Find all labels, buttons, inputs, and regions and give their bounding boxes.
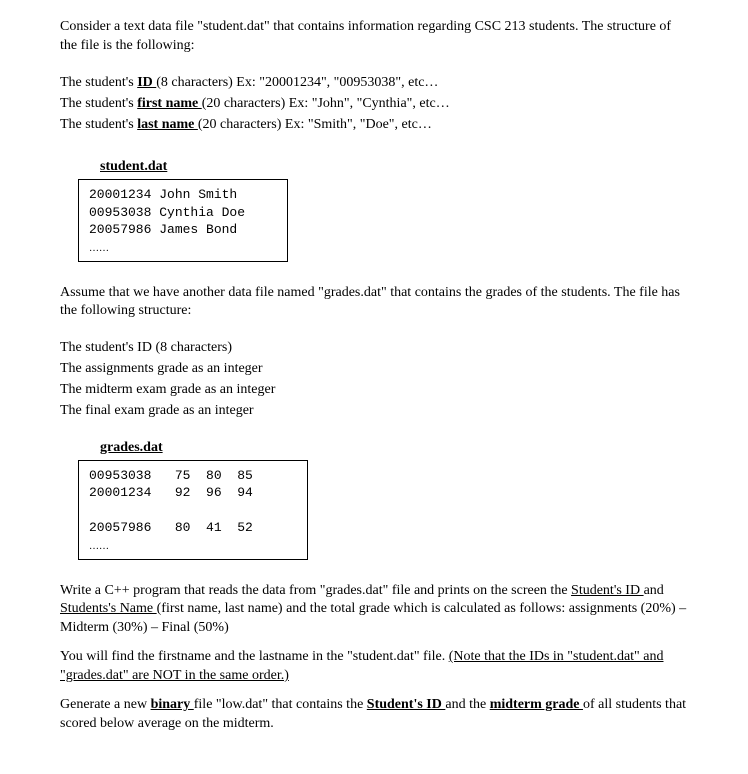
text: and the xyxy=(445,697,489,712)
student-name-ul: Students's Name xyxy=(60,601,157,616)
grades-field-final: The final exam grade as an integer xyxy=(60,402,688,421)
student-file-box: 20001234 John Smith 00953038 Cynthia Doe… xyxy=(78,179,288,261)
id-label: ID xyxy=(137,75,156,90)
students-id-label: Student's ID xyxy=(367,697,446,712)
file-dots: …… xyxy=(89,541,109,552)
student-file-section: student.dat 20001234 John Smith 00953038… xyxy=(60,158,688,261)
grades-field-list: The student's ID (8 characters) The assi… xyxy=(60,339,688,421)
intro-paragraph: Consider a text data file "student.dat" … xyxy=(60,18,688,56)
text: The student's xyxy=(60,75,137,90)
text: (8 characters) Ex: "20001234", "00953038… xyxy=(156,75,438,90)
file-row: 20057986 James Bond xyxy=(89,222,237,237)
task-paragraph-3: Generate a new binary file "low.dat" tha… xyxy=(60,696,688,734)
student-file-label: student.dat xyxy=(100,158,167,177)
text: You will find the firstname and the last… xyxy=(60,649,449,664)
file-row: 00953038 Cynthia Doe xyxy=(89,205,245,220)
lastname-label: last name xyxy=(137,117,198,132)
text: (20 characters) Ex: "Smith", "Doe", etc… xyxy=(198,117,432,132)
text: Generate a new xyxy=(60,697,151,712)
file-row: 20001234 John Smith xyxy=(89,187,237,202)
grades-file-box: 00953038 75 80 85 20001234 92 96 94 2005… xyxy=(78,460,308,560)
text: file "low.dat" that contains the xyxy=(194,697,367,712)
student-field-list: The student's ID (8 characters) Ex: "200… xyxy=(60,74,688,135)
firstname-label: first name xyxy=(137,96,202,111)
text: (20 characters) Ex: "John", "Cynthia", e… xyxy=(202,96,450,111)
midterm-grade-label: midterm grade xyxy=(490,697,583,712)
file-dots: …… xyxy=(89,243,109,254)
grades-field-id: The student's ID (8 characters) xyxy=(60,339,688,358)
student-field-id: The student's ID (8 characters) Ex: "200… xyxy=(60,74,688,93)
student-id-ul: Student's ID xyxy=(571,583,644,598)
binary-label: binary xyxy=(151,697,194,712)
task-paragraph-2: You will find the firstname and the last… xyxy=(60,648,688,686)
file-row: 20001234 92 96 94 xyxy=(89,485,253,500)
task-paragraph-1: Write a C++ program that reads the data … xyxy=(60,582,688,639)
grades-field-midterm: The midterm exam grade as an integer xyxy=(60,381,688,400)
grades-field-assign: The assignments grade as an integer xyxy=(60,360,688,379)
grades-file-section: grades.dat 00953038 75 80 85 20001234 92… xyxy=(60,439,688,560)
file-row: 00953038 75 80 85 xyxy=(89,468,253,483)
grades-file-label: grades.dat xyxy=(100,439,163,458)
text: Write a C++ program that reads the data … xyxy=(60,583,571,598)
file-row: 20057986 80 41 52 xyxy=(89,520,253,535)
student-field-lastname: The student's last name (20 characters) … xyxy=(60,116,688,135)
mid-paragraph: Assume that we have another data file na… xyxy=(60,284,688,322)
student-field-firstname: The student's first name (20 characters)… xyxy=(60,95,688,114)
text: and xyxy=(644,583,664,598)
text: The student's xyxy=(60,117,137,132)
text: The student's xyxy=(60,96,137,111)
